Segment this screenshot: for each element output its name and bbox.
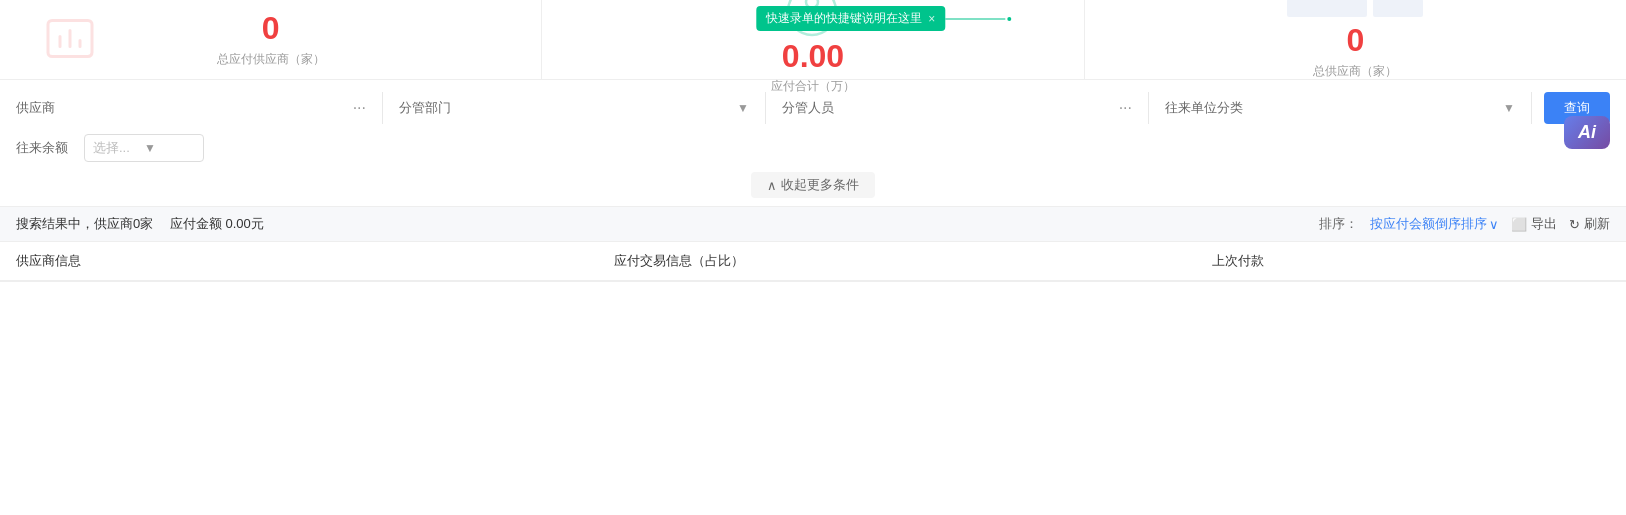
tooltip-close-button[interactable]: × — [928, 12, 935, 26]
col-supplier: 供应商信息 — [16, 252, 614, 270]
ai-badge[interactable]: Ai — [1564, 116, 1610, 149]
stat-total-payable-suppliers: 0 总应付供应商（家） — [0, 0, 542, 79]
collapse-icon: ∧ — [767, 178, 777, 193]
filter-row-1: 供应商 ··· 分管部门 ▼ 分管人员 ··· 往来单位分类 ▼ 查询 — [16, 92, 1610, 124]
tooltip-dot — [1005, 15, 1013, 23]
balance-arrow: ▼ — [144, 141, 195, 155]
department-arrow[interactable]: ▼ — [737, 101, 749, 115]
sort-dropdown[interactable]: 按应付会额倒序排序 ∨ — [1370, 215, 1499, 233]
balance-placeholder: 选择... — [93, 139, 144, 157]
filter-bar: 供应商 ··· 分管部门 ▼ 分管人员 ··· 往来单位分类 ▼ 查询 往来 — [0, 80, 1626, 207]
balance-filter: 往来余额 选择... ▼ — [16, 132, 204, 164]
amount-unit: 元 — [251, 216, 264, 231]
amount-label: 应付金额 — [170, 216, 222, 231]
supplier-filter: 供应商 ··· — [16, 92, 383, 124]
total-suppliers-label: 总供应商（家） — [1313, 63, 1397, 80]
supplier-dots[interactable]: ··· — [353, 99, 366, 117]
export-icon: ⬜ — [1511, 217, 1527, 232]
total-payable-label: 总应付供应商（家） — [217, 51, 325, 68]
supplier-icon — [40, 8, 100, 71]
supplier-unit: 家 — [140, 216, 153, 231]
refresh-label: 刷新 — [1584, 215, 1610, 233]
balance-label: 往来余额 — [16, 139, 68, 157]
refresh-icon: ↻ — [1569, 217, 1580, 232]
tooltip-bubble: 快速录单的快捷键说明在这里 × — [756, 6, 945, 31]
balance-select[interactable]: 选择... ▼ — [84, 134, 204, 162]
sort-arrow-icon: ∨ — [1489, 217, 1499, 232]
supplier-label: 供应商 — [16, 99, 55, 117]
unit-class-label: 往来单位分类 — [1165, 99, 1243, 117]
department-label: 分管部门 — [399, 99, 451, 117]
total-suppliers-number: 0 — [1346, 23, 1364, 58]
department-input[interactable] — [459, 101, 737, 116]
refresh-button[interactable]: ↻ 刷新 — [1569, 215, 1610, 233]
table-body — [0, 282, 1626, 515]
stats-bar: 0 总应付供应商（家） 快速录单的快捷键说明在这里 × 0.00 应付合计（万） — [0, 0, 1626, 80]
payable-total-number: 0.00 — [782, 39, 844, 74]
manager-label: 分管人员 — [782, 99, 834, 117]
results-bar: 搜索结果中，供应商0家 应付金额 0.00元 排序： 按应付会额倒序排序 ∨ ⬜… — [0, 207, 1626, 242]
manager-dots[interactable]: ··· — [1119, 99, 1132, 117]
table-header: 供应商信息 应付交易信息（占比） 上次付款 — [0, 242, 1626, 282]
sort-prefix: 排序： — [1319, 215, 1358, 233]
collapse-label: 收起更多条件 — [781, 176, 859, 194]
tooltip-text: 快速录单的快捷键说明在这里 — [766, 10, 922, 27]
filter-row-2: 往来余额 选择... ▼ — [16, 132, 1610, 164]
amount-value: 0.00 — [225, 216, 250, 231]
stat-payable-total: 快速录单的快捷键说明在这里 × 0.00 应付合计（万） — [542, 0, 1084, 79]
col-transaction: 应付交易信息（占比） — [614, 252, 1212, 270]
results-prefix: 搜索结果中，供应商 — [16, 216, 133, 231]
unit-class-input[interactable] — [1251, 101, 1503, 116]
manager-input[interactable] — [842, 101, 1119, 116]
unit-class-arrow[interactable]: ▼ — [1503, 101, 1515, 115]
results-actions: 排序： 按应付会额倒序排序 ∨ ⬜ 导出 ↻ 刷新 — [1319, 215, 1610, 233]
stat-total-suppliers: 0 总供应商（家） — [1085, 0, 1626, 79]
manager-filter: 分管人员 ··· — [766, 92, 1149, 124]
supplier-input[interactable] — [63, 101, 353, 116]
sort-value-text: 按应付会额倒序排序 — [1370, 215, 1487, 233]
results-info: 搜索结果中，供应商0家 应付金额 0.00元 — [16, 215, 264, 233]
collapse-button[interactable]: ∧ 收起更多条件 — [751, 172, 875, 198]
export-label: 导出 — [1531, 215, 1557, 233]
payable-total-label: 应付合计（万） — [771, 78, 855, 95]
department-filter: 分管部门 ▼ — [383, 92, 766, 124]
export-button[interactable]: ⬜ 导出 — [1511, 215, 1557, 233]
col-payment: 上次付款 — [1212, 252, 1611, 270]
total-payable-number: 0 — [262, 11, 280, 46]
unit-class-filter: 往来单位分类 ▼ — [1149, 92, 1532, 124]
